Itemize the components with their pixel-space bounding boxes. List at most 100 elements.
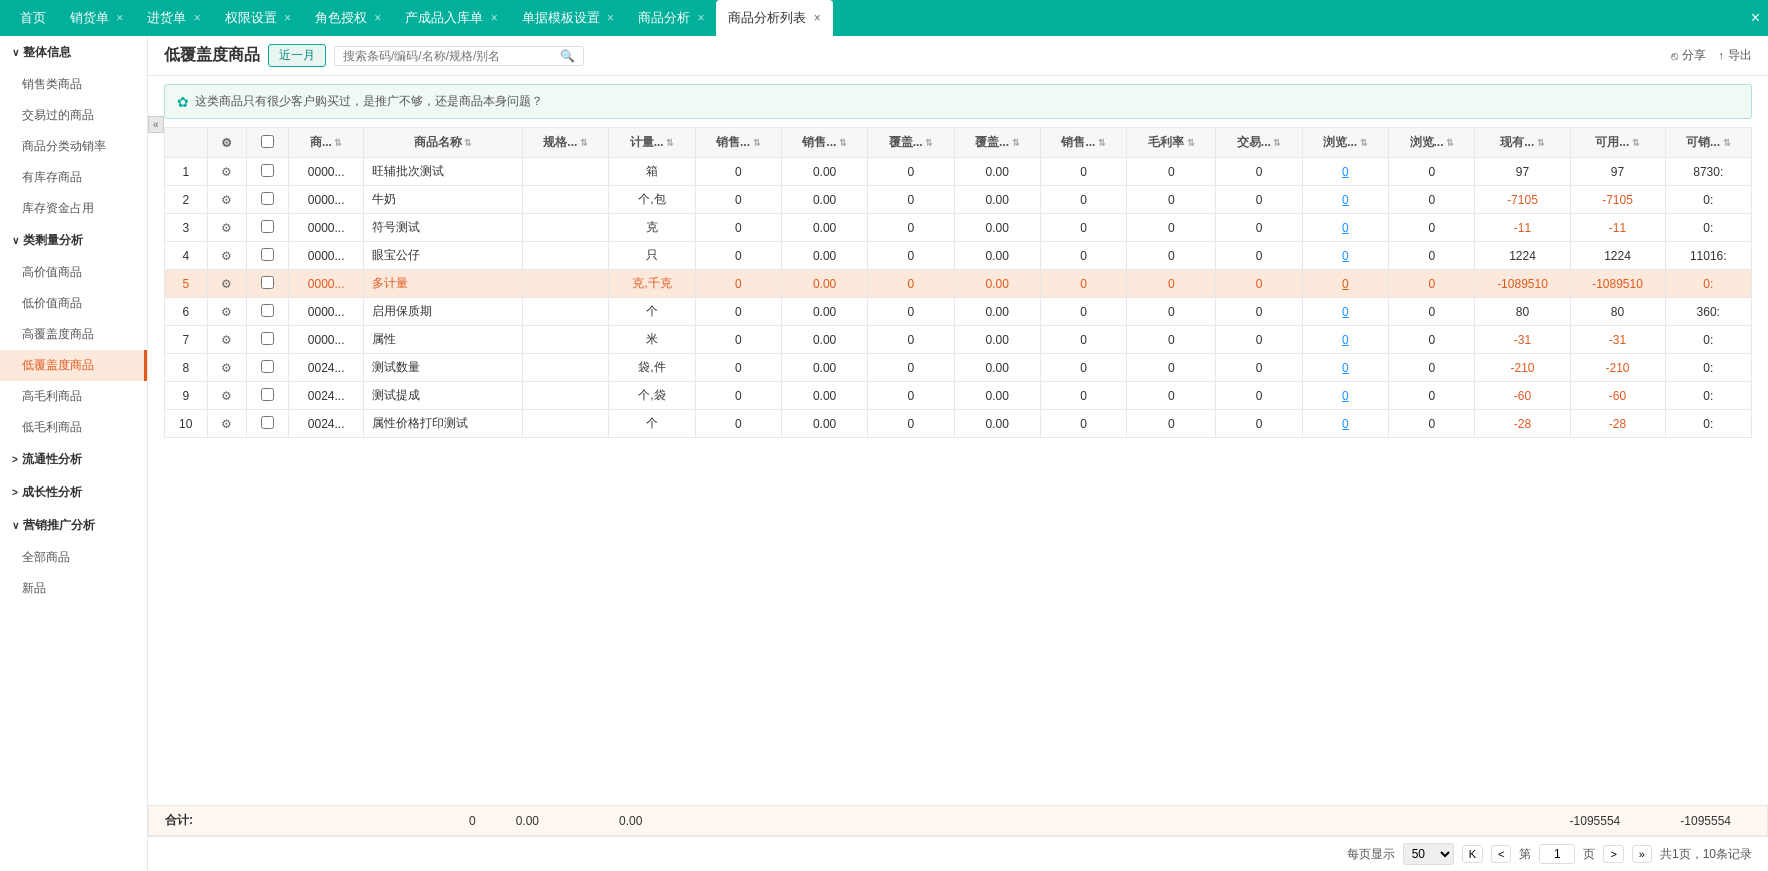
sort-icon-sales_amt[interactable]: ⇅: [836, 138, 847, 148]
col-header-sales_qty[interactable]: 销售... ⇅: [695, 128, 781, 158]
sidebar-section-1[interactable]: ∨类剩量分析: [0, 224, 147, 257]
cell-settings[interactable]: ⚙: [207, 186, 246, 214]
sort-icon-unit[interactable]: ⇅: [664, 138, 675, 148]
col-header-gross[interactable]: 毛利率 ⇅: [1127, 128, 1216, 158]
col-header-available[interactable]: 可用... ⇅: [1570, 128, 1665, 158]
sort-icon-cover_qty[interactable]: ⇅: [923, 138, 934, 148]
row-settings-icon[interactable]: ⚙: [221, 417, 232, 431]
cell-browse1[interactable]: 0: [1302, 158, 1388, 186]
sidebar-item-0-4[interactable]: 库存资金占用: [0, 193, 147, 224]
row-checkbox[interactable]: [261, 388, 274, 401]
select-all-checkbox[interactable]: [261, 135, 274, 148]
sort-icon-spec[interactable]: ⇅: [577, 138, 588, 148]
nav-close-7[interactable]: ×: [694, 11, 704, 25]
cell-checkbox[interactable]: [246, 158, 288, 186]
prev-page-button[interactable]: <: [1491, 845, 1511, 863]
sidebar-item-0-2[interactable]: 商品分类动销率: [0, 131, 147, 162]
sort-icon-name[interactable]: ⇅: [462, 138, 473, 148]
nav-item-1[interactable]: 销货单 ×: [58, 0, 135, 36]
row-settings-icon[interactable]: ⚙: [221, 389, 232, 403]
cell-checkbox[interactable]: [246, 214, 288, 242]
cell-checkbox[interactable]: [246, 186, 288, 214]
next-page-button[interactable]: >: [1603, 845, 1623, 863]
sidebar-item-0-3[interactable]: 有库存商品: [0, 162, 147, 193]
cell-browse1[interactable]: 0: [1302, 270, 1388, 298]
sidebar-item-1-5[interactable]: 低毛利商品: [0, 412, 147, 443]
col-header-cover_amt[interactable]: 覆盖... ⇅: [954, 128, 1040, 158]
sidebar-collapse-button[interactable]: «: [148, 116, 164, 133]
cell-settings[interactable]: ⚙: [207, 214, 246, 242]
row-checkbox[interactable]: [261, 220, 274, 233]
row-settings-icon[interactable]: ⚙: [221, 305, 232, 319]
cell-checkbox[interactable]: [246, 270, 288, 298]
cell-checkbox[interactable]: [246, 354, 288, 382]
row-checkbox[interactable]: [261, 304, 274, 317]
cell-settings[interactable]: ⚙: [207, 410, 246, 438]
cell-settings[interactable]: ⚙: [207, 382, 246, 410]
sidebar-section-4[interactable]: ∨营销推广分析: [0, 509, 147, 542]
sort-icon-cover_amt[interactable]: ⇅: [1009, 138, 1020, 148]
sort-icon-sales_xxx[interactable]: ⇅: [1095, 138, 1106, 148]
cell-checkbox[interactable]: [246, 298, 288, 326]
sidebar-item-1-4[interactable]: 高毛利商品: [0, 381, 147, 412]
col-header-name[interactable]: 商品名称 ⇅: [364, 128, 523, 158]
export-button[interactable]: ↑ 导出: [1718, 47, 1752, 64]
sidebar-item-0-0[interactable]: 销售类商品: [0, 69, 147, 100]
sidebar-item-4-0[interactable]: 全部商品: [0, 542, 147, 573]
nav-item-7[interactable]: 商品分析 ×: [626, 0, 716, 36]
row-settings-icon[interactable]: ⚙: [221, 333, 232, 347]
row-checkbox[interactable]: [261, 332, 274, 345]
nav-close-6[interactable]: ×: [604, 11, 614, 25]
cell-checkbox[interactable]: [246, 410, 288, 438]
nav-item-3[interactable]: 权限设置 ×: [213, 0, 303, 36]
row-checkbox[interactable]: [261, 276, 274, 289]
sidebar-item-1-2[interactable]: 高覆盖度商品: [0, 319, 147, 350]
nav-item-5[interactable]: 产成品入库单 ×: [393, 0, 509, 36]
row-settings-icon[interactable]: ⚙: [221, 361, 232, 375]
sidebar-item-1-3[interactable]: 低覆盖度商品: [0, 350, 147, 381]
sort-icon-available[interactable]: ⇅: [1629, 138, 1640, 148]
sidebar-item-1-1[interactable]: 低价值商品: [0, 288, 147, 319]
window-close-button[interactable]: ×: [1751, 9, 1760, 27]
settings-icon[interactable]: ⚙: [221, 136, 232, 150]
sidebar-section-2[interactable]: >流通性分析: [0, 443, 147, 476]
cell-browse1[interactable]: 0: [1302, 382, 1388, 410]
col-header-browse2[interactable]: 浏览... ⇅: [1389, 128, 1475, 158]
cell-browse1[interactable]: 0: [1302, 354, 1388, 382]
nav-close-3[interactable]: ×: [281, 11, 291, 25]
row-settings-icon[interactable]: ⚙: [221, 249, 232, 263]
sidebar-section-0[interactable]: ∨整体信息: [0, 36, 147, 69]
page-size-select[interactable]: 2050100: [1403, 843, 1454, 865]
cell-browse1[interactable]: 0: [1302, 214, 1388, 242]
sidebar-item-0-1[interactable]: 交易过的商品: [0, 100, 147, 131]
nav-item-4[interactable]: 角色授权 ×: [303, 0, 393, 36]
search-input[interactable]: [343, 49, 556, 63]
sort-icon-gross[interactable]: ⇅: [1184, 138, 1195, 148]
sort-icon-browse1[interactable]: ⇅: [1357, 138, 1368, 148]
col-header-cover_qty[interactable]: 覆盖... ⇅: [868, 128, 954, 158]
cell-settings[interactable]: ⚙: [207, 354, 246, 382]
cell-checkbox[interactable]: [246, 326, 288, 354]
sort-icon-trans[interactable]: ⇅: [1271, 138, 1282, 148]
row-settings-icon[interactable]: ⚙: [221, 277, 232, 291]
nav-close-1[interactable]: ×: [113, 11, 123, 25]
cell-browse1[interactable]: 0: [1302, 410, 1388, 438]
col-header-spec[interactable]: 规格... ⇅: [522, 128, 608, 158]
cell-browse1[interactable]: 0: [1302, 242, 1388, 270]
row-checkbox[interactable]: [261, 248, 274, 261]
nav-close-5[interactable]: ×: [487, 11, 497, 25]
col-header-checkbox[interactable]: [246, 128, 288, 158]
cell-settings[interactable]: ⚙: [207, 298, 246, 326]
col-header-sales_amt[interactable]: 销售... ⇅: [781, 128, 867, 158]
sort-icon-current[interactable]: ⇅: [1534, 138, 1545, 148]
row-checkbox[interactable]: [261, 416, 274, 429]
first-page-button[interactable]: K: [1462, 845, 1483, 863]
sidebar-item-1-0[interactable]: 高价值商品: [0, 257, 147, 288]
cell-settings[interactable]: ⚙: [207, 158, 246, 186]
cell-settings[interactable]: ⚙: [207, 270, 246, 298]
col-header-code[interactable]: 商... ⇅: [288, 128, 363, 158]
row-checkbox[interactable]: [261, 192, 274, 205]
sort-icon-sales_qty[interactable]: ⇅: [750, 138, 761, 148]
col-header-browse1[interactable]: 浏览... ⇅: [1302, 128, 1388, 158]
cell-checkbox[interactable]: [246, 382, 288, 410]
